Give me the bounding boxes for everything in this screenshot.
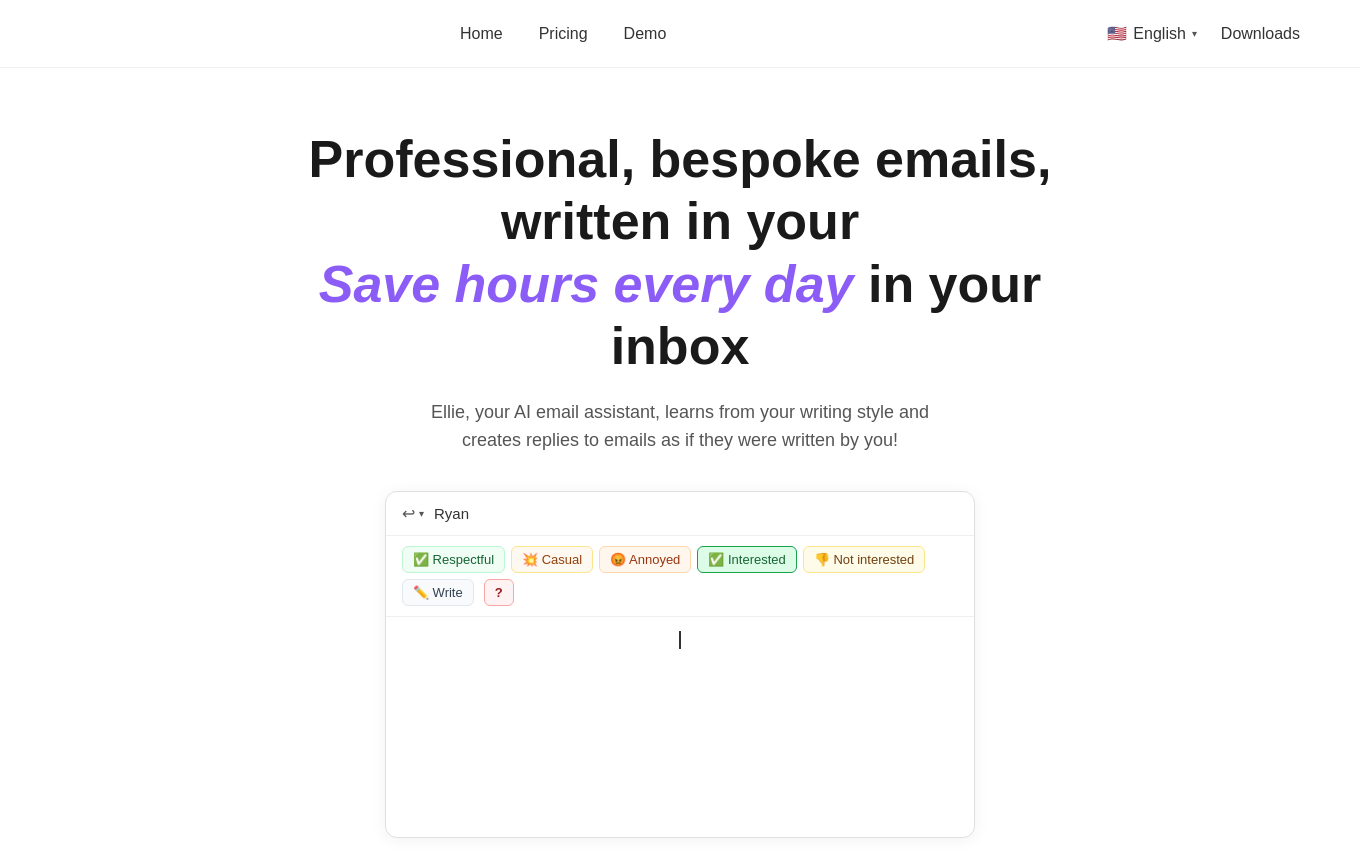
tone-casual[interactable]: 💥 Casual: [511, 546, 593, 573]
email-compose-area[interactable]: [386, 617, 974, 837]
language-label: English: [1133, 25, 1185, 43]
language-selector[interactable]: 🇺🇸 English ▾: [1107, 24, 1196, 43]
tone-selector: ✅ Respectful 💥 Casual 😡 Annoyed ✅ Intere…: [386, 536, 974, 617]
tone-help[interactable]: ?: [484, 579, 514, 606]
hero-title: Professional, bespoke emails, written in…: [290, 128, 1070, 378]
reply-button[interactable]: ↩ ▾: [402, 504, 424, 523]
sender-name: Ryan: [434, 505, 469, 522]
email-demo-widget: ↩ ▾ Ryan ✅ Respectful 💥 Casual 😡 Annoyed…: [385, 491, 975, 838]
tone-interested[interactable]: ✅ Interested: [697, 546, 796, 573]
tone-respectful[interactable]: ✅ Respectful: [402, 546, 505, 573]
text-cursor: [679, 631, 681, 649]
tone-annoyed[interactable]: 😡 Annoyed: [599, 546, 691, 573]
nav-downloads[interactable]: Downloads: [1221, 25, 1300, 43]
flag-icon: 🇺🇸: [1107, 24, 1127, 43]
tone-write[interactable]: ✏️ Write: [402, 579, 474, 606]
email-widget-header: ↩ ▾ Ryan: [386, 492, 974, 536]
reply-icon: ↩: [402, 504, 415, 523]
tone-not-interested[interactable]: 👎 Not interested: [803, 546, 926, 573]
hero-title-accent: Save hours every day: [319, 255, 854, 313]
chevron-down-icon: ▾: [1192, 28, 1197, 39]
nav-pricing[interactable]: Pricing: [539, 25, 588, 43]
reply-chevron-icon: ▾: [419, 508, 424, 519]
nav-home[interactable]: Home: [460, 25, 503, 43]
nav-demo[interactable]: Demo: [624, 25, 667, 43]
hero-subtitle: Ellie, your AI email assistant, learns f…: [400, 398, 960, 456]
hero-section: Professional, bespoke emails, written in…: [0, 68, 1360, 859]
navbar: Home Pricing Demo 🇺🇸 English ▾ Downloads: [0, 0, 1360, 68]
